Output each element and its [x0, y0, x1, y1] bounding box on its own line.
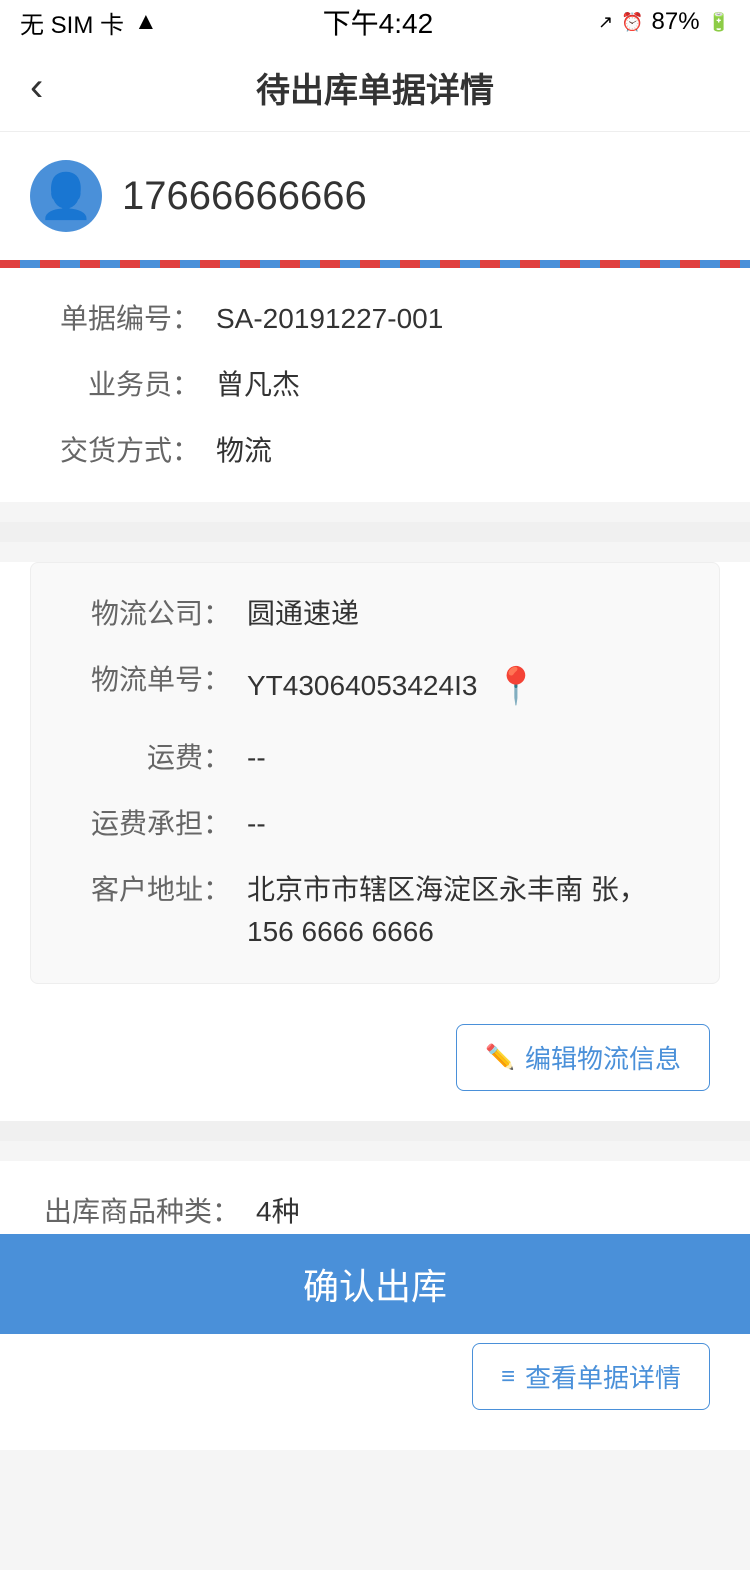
logistics-company-value: 圆通速递 — [247, 593, 679, 635]
delivery-method-value: 物流 — [216, 430, 710, 472]
edit-logistics-button[interactable]: ✏️ 编辑物流信息 — [456, 1024, 710, 1091]
order-no-value: SA-20191227-001 — [216, 298, 710, 340]
freight-value: -- — [247, 737, 679, 779]
freight-bearer-label: 运费承担： — [71, 803, 231, 845]
view-detail-action: ≡ 查看单据详情 — [40, 1323, 710, 1420]
battery-icon: 🔋 — [708, 12, 730, 33]
nav-bar: ‹ 待出库单据详情 — [0, 44, 750, 132]
freight-bearer-value: -- — [247, 803, 679, 845]
status-time: 下午4:42 — [323, 2, 434, 42]
logistics-company-row: 物流公司： 圆通速递 — [71, 593, 679, 635]
location-status-icon: ↗ — [598, 12, 613, 33]
section-gap-2 — [0, 1121, 750, 1141]
status-bar: 无 SIM 卡 ▲ 下午4:42 ↗ ⏰ 87% 🔋 — [0, 0, 750, 44]
stock-type-value: 4种 — [256, 1191, 710, 1233]
sales-person-label: 业务员： — [40, 364, 200, 406]
customer-phone: 17666666666 — [122, 174, 367, 219]
customer-address-row: 客户地址： 北京市市辖区海淀区永丰南 张，156 6666 6666 — [71, 869, 679, 953]
logistics-section: 物流公司： 圆通速递 物流单号： YT43064053424I3 📍 运费： -… — [0, 562, 750, 1121]
edit-logistics-action: ✏️ 编辑物流信息 — [0, 1004, 750, 1121]
customer-address-label: 客户地址： — [71, 869, 231, 911]
list-icon: ≡ — [501, 1363, 515, 1391]
edit-icon: ✏️ — [485, 1043, 515, 1072]
confirm-label: 确认出库 — [303, 1258, 447, 1310]
order-info-section: 单据编号： SA-20191227-001 业务员： 曾凡杰 交货方式： 物流 — [0, 268, 750, 502]
wifi-icon: ▲ — [134, 8, 158, 36]
tracking-no-row: 物流单号： YT43064053424I3 📍 — [71, 659, 679, 713]
carrier-text: 无 SIM 卡 — [20, 5, 124, 40]
freight-bearer-row: 运费承担： -- — [71, 803, 679, 845]
sales-person-value: 曾凡杰 — [216, 364, 710, 406]
view-detail-button[interactable]: ≡ 查看单据详情 — [472, 1343, 710, 1410]
tracking-location-icon[interactable]: 📍 — [493, 659, 538, 713]
status-right: ↗ ⏰ 87% 🔋 — [598, 8, 730, 36]
battery-text: 87% — [652, 8, 700, 36]
back-icon: ‹ — [30, 65, 43, 109]
logistics-company-label: 物流公司： — [71, 593, 231, 635]
freight-label: 运费： — [71, 737, 231, 779]
decorative-border — [0, 260, 750, 268]
status-left: 无 SIM 卡 ▲ — [20, 5, 158, 40]
view-detail-label: 查看单据详情 — [525, 1358, 681, 1395]
delivery-method-row: 交货方式： 物流 — [40, 430, 710, 472]
tracking-no-text: YT43064053424I3 — [247, 665, 477, 707]
user-icon: 👤 — [39, 170, 94, 222]
freight-row: 运费： -- — [71, 737, 679, 779]
customer-address-value: 北京市市辖区海淀区永丰南 张，156 6666 6666 — [247, 869, 679, 953]
section-gap-1 — [0, 522, 750, 542]
delivery-method-label: 交货方式： — [40, 430, 200, 472]
tracking-no-value: YT43064053424I3 📍 — [247, 659, 679, 713]
edit-logistics-label: 编辑物流信息 — [525, 1039, 681, 1076]
bottom-spacer — [0, 1450, 750, 1570]
sales-person-row: 业务员： 曾凡杰 — [40, 364, 710, 406]
order-no-label: 单据编号： — [40, 298, 200, 340]
confirm-bar[interactable]: 确认出库 — [0, 1234, 750, 1334]
page-title: 待出库单据详情 — [256, 63, 494, 112]
avatar: 👤 — [30, 160, 102, 232]
stock-type-label: 出库商品种类： — [40, 1191, 240, 1233]
customer-header: 👤 17666666666 — [0, 132, 750, 260]
order-no-row: 单据编号： SA-20191227-001 — [40, 298, 710, 340]
alarm-icon: ⏰ — [621, 12, 643, 33]
logistics-card: 物流公司： 圆通速递 物流单号： YT43064053424I3 📍 运费： -… — [30, 562, 720, 984]
back-button[interactable]: ‹ — [30, 65, 43, 110]
tracking-no-label: 物流单号： — [71, 659, 231, 701]
stock-type-row: 出库商品种类： 4种 — [40, 1191, 710, 1233]
